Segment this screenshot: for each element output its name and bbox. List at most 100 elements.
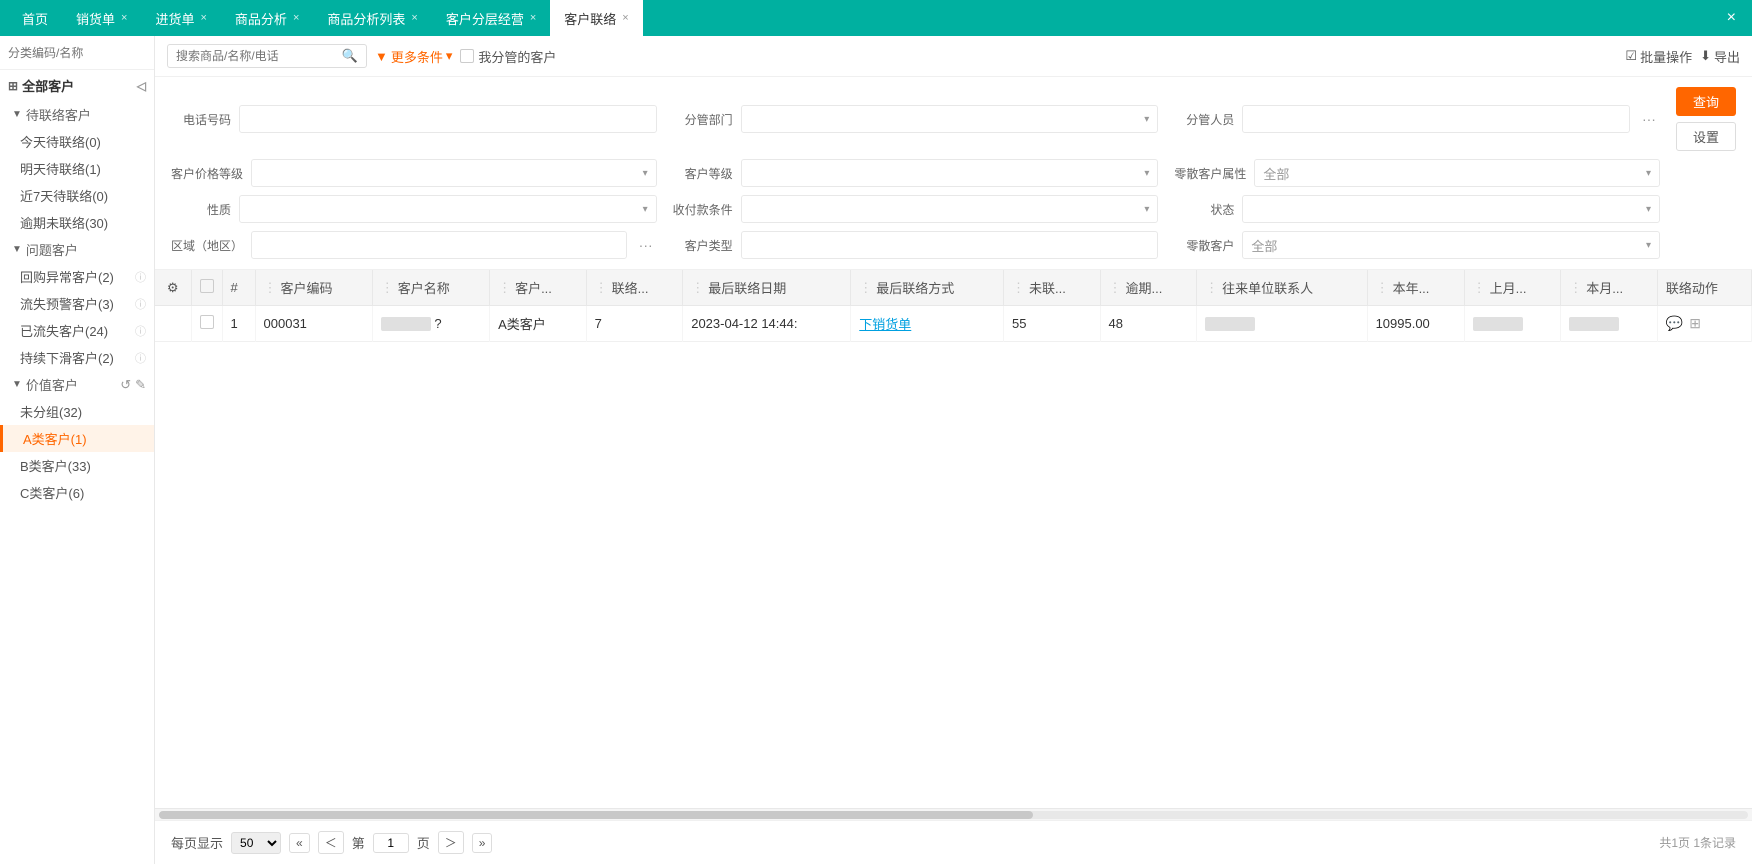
- sidebar-item-abnormal[interactable]: 回购异常客户(2) ⓘ: [0, 263, 154, 290]
- this-month-blurred: [1569, 317, 1619, 331]
- next-page-btn[interactable]: ＞: [438, 831, 464, 854]
- sidebar-all-customers[interactable]: ⊞ 全部客户 ◁: [0, 70, 154, 101]
- row-last-method[interactable]: 下销货单: [851, 306, 1004, 342]
- page-size-select[interactable]: 50 100: [231, 832, 281, 854]
- edit-icon[interactable]: ✎: [135, 377, 146, 393]
- sidebar-item-class-c[interactable]: C类客户(6): [0, 479, 154, 506]
- sidebar-collapse-btn[interactable]: ◁: [137, 79, 146, 93]
- chevron-down-icon-status: ▾: [1646, 204, 1651, 215]
- nav-sales[interactable]: 销货单 ×: [62, 0, 141, 36]
- filter-phone: 电话号码: [171, 105, 657, 133]
- nav-product-analysis[interactable]: 商品分析 ×: [221, 0, 313, 36]
- filter-price-select[interactable]: ▾: [251, 159, 657, 187]
- qr-icon[interactable]: ⊞: [1689, 315, 1701, 332]
- scroll-thumb[interactable]: [159, 811, 1033, 819]
- select-all-checkbox[interactable]: [200, 279, 214, 293]
- col-last-date[interactable]: ⋮ 最后联络日期: [683, 270, 851, 306]
- filter-row-2: 客户价格等级 ▾ 客户等级 ▾ 零散客户属性 全部: [171, 159, 1736, 187]
- value-action-icons[interactable]: ↺ ✎: [120, 377, 146, 393]
- filter-retail-customer-select[interactable]: 全部 ▾: [1242, 231, 1660, 259]
- refresh-icon[interactable]: ↺: [120, 377, 131, 393]
- filter-region-label: 区域（地区）: [171, 237, 243, 254]
- col-contact[interactable]: ⋮ 联络...: [586, 270, 683, 306]
- settings-icon[interactable]: ⚙: [167, 280, 179, 295]
- first-page-btn[interactable]: «: [289, 833, 310, 853]
- sidebar-item-overdue[interactable]: 逾期未联络(30): [0, 209, 154, 236]
- row-settings-cell: [155, 306, 191, 342]
- sidebar-group-value[interactable]: ▼ 价值客户 ↺ ✎: [0, 371, 154, 398]
- sidebar-item-today[interactable]: 今天待联络(0): [0, 128, 154, 155]
- sidebar-item-tomorrow[interactable]: 明天待联络(1): [0, 155, 154, 182]
- filter-region-input[interactable]: [251, 231, 627, 259]
- nav-close-product-list[interactable]: ×: [411, 12, 417, 24]
- horizontal-scrollbar[interactable]: [155, 808, 1752, 820]
- col-no-contact[interactable]: ⋮ 未联...: [1003, 270, 1100, 306]
- sidebar-group-problem[interactable]: ▼ 问题客户: [0, 236, 154, 263]
- sidebar-group-pending[interactable]: ▼ 待联络客户: [0, 101, 154, 128]
- more-dots-icon-region[interactable]: ···: [635, 237, 657, 253]
- nav-purchase[interactable]: 进货单 ×: [141, 0, 220, 36]
- sidebar-item-unclassified[interactable]: 未分组(32): [0, 398, 154, 425]
- nav-close-product-analysis[interactable]: ×: [293, 12, 299, 24]
- nav-close-customer-segment[interactable]: ×: [530, 12, 536, 24]
- sidebar-item-warning[interactable]: 流失预警客户(3) ⓘ: [0, 290, 154, 317]
- export-btn[interactable]: ⬇ 导出: [1700, 47, 1740, 66]
- filter-payment-select[interactable]: ▾: [741, 195, 1159, 223]
- filter-retail-customer: 零散客户 全部 ▾: [1174, 231, 1660, 259]
- table-row: 1 000031 ? A类客户 7 2023-04-12 14:44: 下销货单…: [155, 306, 1752, 342]
- row-checkbox-cell[interactable]: [191, 306, 222, 342]
- filter-customer-level-select[interactable]: ▾: [741, 159, 1159, 187]
- row-name: ?: [372, 306, 489, 342]
- prev-page-btn[interactable]: ＜: [318, 831, 344, 854]
- sidebar-item-class-b[interactable]: B类客户(33): [0, 452, 154, 479]
- col-level[interactable]: ⋮ 客户...: [490, 270, 587, 306]
- batch-btn[interactable]: ☑ 批量操作: [1625, 47, 1692, 66]
- page-input[interactable]: [373, 833, 409, 853]
- filter-customer-type-input[interactable]: [741, 231, 1159, 259]
- nav-close-purchase[interactable]: ×: [200, 12, 206, 24]
- filter-nature-select[interactable]: ▾: [239, 195, 657, 223]
- sidebar-item-class-a[interactable]: A类客户(1): [0, 425, 154, 452]
- scroll-track[interactable]: [159, 811, 1748, 819]
- col-this-year[interactable]: ⋮ 本年...: [1367, 270, 1464, 306]
- more-dots-icon[interactable]: ···: [1638, 111, 1660, 127]
- search-icon[interactable]: 🔍: [342, 48, 358, 64]
- col-unit-contact[interactable]: ⋮ 往来单位联系人: [1197, 270, 1367, 306]
- col-settings[interactable]: ⚙: [155, 270, 191, 306]
- nav-close-customer-contact[interactable]: ×: [622, 12, 628, 24]
- sidebar-item-declining[interactable]: 持续下滑客户(2) ⓘ: [0, 344, 154, 371]
- col-code[interactable]: ⋮ 客户编码: [255, 270, 372, 306]
- filter-row-4: 区域（地区） ··· 客户类型 零散客户 全部 ▾: [171, 231, 1736, 259]
- my-customers-check[interactable]: [460, 49, 474, 63]
- nav-product-list[interactable]: 商品分析列表 ×: [313, 0, 431, 36]
- col-name[interactable]: ⋮ 客户名称: [372, 270, 489, 306]
- row-checkbox[interactable]: [200, 315, 214, 329]
- col-last-method[interactable]: ⋮ 最后联络方式: [851, 270, 1004, 306]
- filter-more-btn[interactable]: ▼ 更多条件 ▾: [375, 47, 452, 66]
- sidebar-search-input[interactable]: [8, 46, 155, 60]
- nav-home[interactable]: 首页: [8, 0, 62, 36]
- filter-manager-input[interactable]: [1242, 105, 1630, 133]
- settings-button[interactable]: 设置: [1676, 122, 1736, 151]
- search-input[interactable]: [176, 49, 338, 63]
- my-customers-checkbox[interactable]: 我分管的客户: [460, 47, 556, 66]
- col-overdue[interactable]: ⋮ 逾期...: [1100, 270, 1197, 306]
- nav-close-all[interactable]: ×: [1719, 9, 1744, 27]
- sidebar-item-lost[interactable]: 已流失客户(24) ⓘ: [0, 317, 154, 344]
- col-last-month[interactable]: ⋮ 上月...: [1464, 270, 1561, 306]
- sidebar-item-7days[interactable]: 近7天待联络(0): [0, 182, 154, 209]
- filter-status-select[interactable]: ▾: [1242, 195, 1660, 223]
- filter-dept-select[interactable]: ▾: [741, 105, 1159, 133]
- chat-icon[interactable]: 💬: [1666, 315, 1683, 332]
- filter-retail-attr-select[interactable]: 全部 ▾: [1254, 159, 1660, 187]
- nav-customer-segment[interactable]: 客户分层经营 ×: [432, 0, 550, 36]
- filter-phone-input[interactable]: [239, 105, 657, 133]
- nav-close-sales[interactable]: ×: [121, 12, 127, 24]
- nav-customer-contact[interactable]: 客户联络 ×: [550, 0, 642, 36]
- query-button[interactable]: 查询: [1676, 87, 1736, 116]
- export-icon: ⬇: [1700, 48, 1711, 64]
- col-this-month[interactable]: ⋮ 本月...: [1561, 270, 1658, 306]
- col-checkbox-header[interactable]: [191, 270, 222, 306]
- last-method-link[interactable]: 下销货单: [859, 317, 911, 332]
- last-page-btn[interactable]: »: [472, 833, 493, 853]
